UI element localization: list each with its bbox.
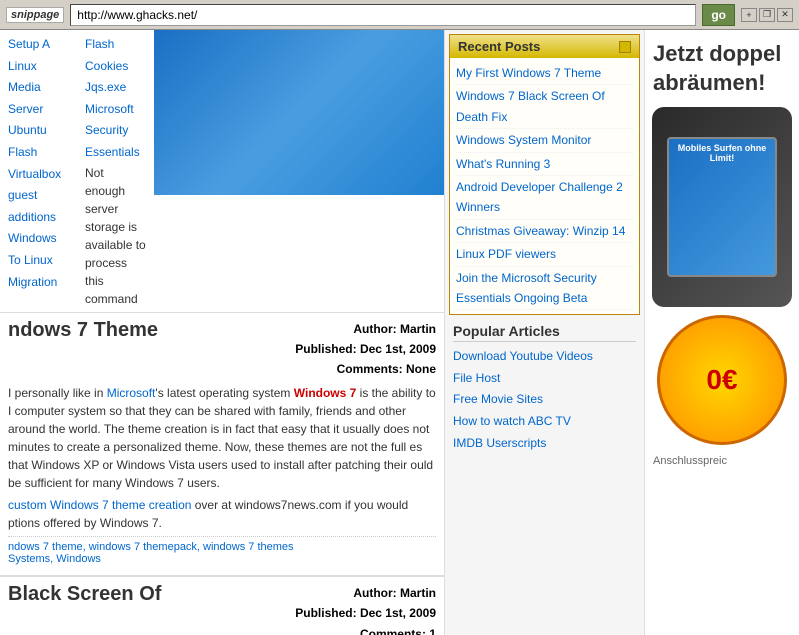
right-sidebar: Recent Posts My First Windows 7 Theme Wi…	[444, 30, 644, 635]
article-1-para-2: custom Windows 7 theme creation over at …	[8, 496, 436, 532]
published-label: Published:	[295, 342, 356, 356]
recent-post-2[interactable]: Windows 7 Black Screen Of Death Fix	[456, 85, 633, 129]
ad-phone-screen: Mobiles Surfen ohne Limit!	[667, 137, 777, 277]
published-value: Dec 1st, 2009	[360, 342, 436, 356]
microsoft-link[interactable]: Microsoft	[107, 386, 156, 400]
ad-mobile-text: Mobiles Surfen ohne Limit!	[669, 139, 775, 167]
nav-links: Setup A Linux Media Server Ubuntu Flash …	[0, 30, 444, 312]
article-1: ndows 7 Theme Author: Martin Published: …	[0, 312, 444, 575]
maximize-button[interactable]: ❒	[759, 8, 775, 22]
address-bar[interactable]	[70, 4, 696, 26]
browser-logo: snippage	[6, 7, 64, 23]
popular-articles-list: Download Youtube Videos File Host Free M…	[453, 346, 636, 454]
ad-column: Jetzt doppel abräumen! Mobiles Surfen oh…	[644, 30, 799, 635]
article-1-para-1: I personally like in Microsoft's latest …	[8, 384, 436, 492]
nav-link-2[interactable]: Ubuntu Flash	[8, 120, 69, 163]
nav-link-1[interactable]: Setup A Linux Media Server	[8, 34, 69, 120]
comments-value: None	[406, 362, 436, 376]
article-1-title: ndows 7 Theme	[8, 319, 158, 342]
article-2-meta: Author: Martin Published: Dec 1st, 2009 …	[295, 583, 436, 635]
popular-articles-title: Popular Articles	[453, 323, 636, 342]
a2-published-value: Dec 1st, 2009	[360, 606, 436, 620]
recent-post-7[interactable]: Linux PDF viewers	[456, 243, 633, 266]
recent-posts-list: My First Windows 7 Theme Windows 7 Black…	[450, 58, 639, 314]
ad-phone-image: Mobiles Surfen ohne Limit!	[652, 107, 792, 307]
custom-theme-link[interactable]: custom Windows 7 theme creation	[8, 498, 191, 512]
recent-posts-box: Recent Posts My First Windows 7 Theme Wi…	[449, 34, 640, 315]
popular-article-3[interactable]: Free Movie Sites	[453, 389, 636, 411]
a2-author-value: Martin	[400, 586, 436, 600]
recent-post-3[interactable]: Windows System Monitor	[456, 129, 633, 152]
nav-extra-text: Not enough server storage is available t…	[85, 164, 146, 308]
article-2: Black Screen Of Author: Martin Published…	[0, 575, 444, 635]
browser-toolbar: snippage go + ❒ ✕	[0, 0, 799, 30]
nav-col-1: Setup A Linux Media Server Ubuntu Flash …	[0, 30, 77, 312]
nav-col-2: Flash Cookies Jqs.exe Microsoft Security…	[77, 30, 154, 312]
nav-link-3[interactable]: Virtualbox guest additions	[8, 164, 69, 229]
recent-posts-header: Recent Posts	[450, 35, 639, 58]
body-text-2: 's latest operating system	[155, 386, 293, 400]
recent-post-5[interactable]: Android Developer Challenge 2 Winners	[456, 176, 633, 220]
body-text-3: is the ability to I computer system so t…	[8, 386, 436, 490]
nav-link-6[interactable]: Jqs.exe	[85, 77, 146, 99]
article-2-title-text: Black Screen Of	[8, 583, 161, 605]
tag-link-1[interactable]: ndows 7 theme, windows 7 themepack, wind…	[8, 541, 294, 553]
article-1-meta: Author: Martin Published: Dec 1st, 2009 …	[295, 319, 436, 380]
article-1-body: I personally like in Microsoft's latest …	[8, 384, 436, 532]
recent-post-6[interactable]: Christmas Giveaway: Winzip 14	[456, 220, 633, 243]
a2-comments-label: Comments:	[360, 627, 426, 635]
article-1-title-text: ndows 7 Theme	[8, 319, 158, 341]
recent-post-1[interactable]: My First Windows 7 Theme	[456, 62, 633, 85]
box-corner-icon[interactable]	[619, 41, 631, 53]
ad-text: Jetzt doppel abräumen!	[645, 30, 799, 107]
a2-comments-value: 1	[429, 627, 436, 635]
ad-badge: 0€	[657, 315, 787, 445]
recent-post-8[interactable]: Join the Microsoft Security Essentials O…	[456, 267, 633, 311]
window-controls: + ❒ ✕	[741, 8, 793, 22]
page-content: Setup A Linux Media Server Ubuntu Flash …	[0, 30, 444, 635]
a2-published-label: Published:	[295, 606, 356, 620]
minimize-button[interactable]: +	[741, 8, 757, 22]
nav-link-4[interactable]: Windows To Linux Migration	[8, 228, 69, 293]
popular-article-4[interactable]: How to watch ABC TV	[453, 411, 636, 433]
popular-articles-box: Popular Articles Download Youtube Videos…	[445, 319, 644, 458]
author-label: Author:	[353, 322, 396, 336]
article-2-title: Black Screen Of	[8, 583, 161, 606]
main-column: Setup A Linux Media Server Ubuntu Flash …	[0, 30, 444, 635]
tag-link-2[interactable]: Systems, Windows	[8, 553, 101, 565]
nav-link-5[interactable]: Flash Cookies	[85, 34, 146, 77]
go-button[interactable]: go	[702, 4, 735, 26]
windows7-link[interactable]: Windows 7	[294, 386, 357, 400]
body-text-1: I personally like in	[8, 386, 107, 400]
recent-post-4[interactable]: What's Running 3	[456, 153, 633, 176]
content-area: Setup A Linux Media Server Ubuntu Flash …	[0, 30, 799, 635]
recent-posts-title: Recent Posts	[458, 39, 540, 54]
popular-article-1[interactable]: Download Youtube Videos	[453, 346, 636, 368]
author-value: Martin	[400, 322, 436, 336]
blue-image	[154, 30, 444, 195]
article-1-tags: ndows 7 theme, windows 7 themepack, wind…	[8, 536, 436, 569]
popular-article-5[interactable]: IMDB Userscripts	[453, 433, 636, 455]
close-button[interactable]: ✕	[777, 8, 793, 22]
a2-author-label: Author:	[353, 586, 396, 600]
nav-link-7[interactable]: Microsoft Security Essentials	[85, 99, 146, 164]
ad-small-text: Anschlusspreic	[645, 453, 799, 469]
popular-article-2[interactable]: File Host	[453, 368, 636, 390]
comments-label: Comments:	[337, 362, 403, 376]
